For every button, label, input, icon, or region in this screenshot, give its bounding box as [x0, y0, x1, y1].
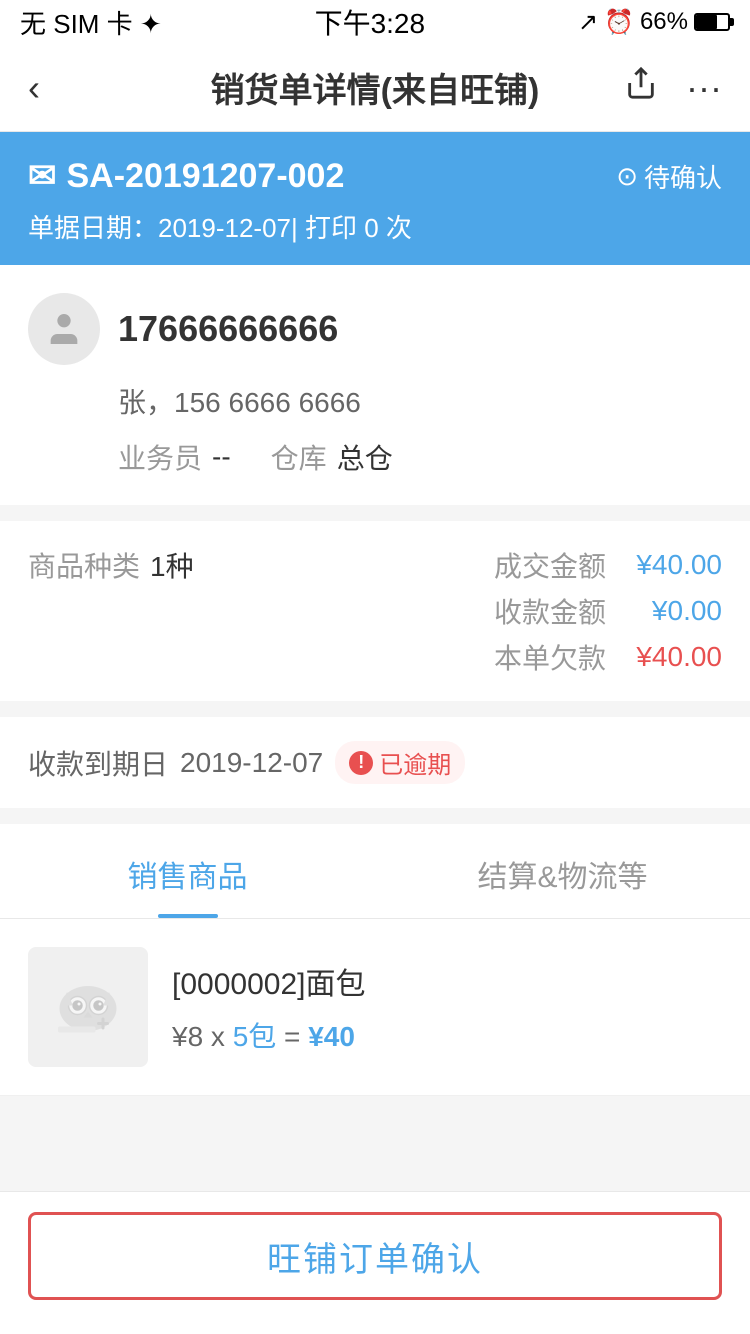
product-list: [0000002]面包 ¥8 x 5包 = ¥40	[0, 919, 750, 1096]
alarm-icon: ⏰	[604, 8, 634, 37]
product-image	[28, 947, 148, 1067]
overdue-warning-icon: !	[349, 751, 373, 775]
tab-sales-products[interactable]: 销售商品	[0, 824, 375, 918]
order-id: ✉ SA-20191207-002	[28, 156, 344, 196]
battery-text: 66%	[640, 8, 688, 36]
due-date-section: 收款到期日 2019-12-07 ! 已逾期	[0, 717, 750, 808]
overdue-text: 已逾期	[379, 745, 451, 780]
location-icon: ↗	[578, 8, 598, 37]
product-info: [0000002]面包 ¥8 x 5包 = ¥40	[172, 959, 722, 1055]
status-bar: 无 SIM 卡 ✦ 下午3:28 ↗ ⏰ 66%	[0, 0, 750, 44]
salesperson-value: --	[212, 441, 231, 473]
due-date-label: 收款到期日	[28, 743, 168, 783]
amounts-right: 成交金额 ¥40.00 收款金额 ¥0.00 本单欠款 ¥40.00	[494, 545, 722, 677]
product-equals: =	[276, 1021, 308, 1052]
tab-settlement-logistics[interactable]: 结算&物流等	[375, 824, 750, 918]
product-qty: 5包	[233, 1021, 277, 1052]
customer-name: 张，156 6666 6666	[28, 381, 722, 421]
received-value: ¥0.00	[622, 595, 722, 627]
deal-amount-value: ¥40.00	[622, 549, 722, 581]
product-price-row: ¥8 x 5包 = ¥40	[172, 1015, 722, 1055]
more-icon[interactable]: ···	[686, 67, 722, 109]
product-kinds: 商品种类 1种	[28, 545, 494, 585]
salesperson-label: 业务员	[118, 437, 202, 477]
warehouse-label: 仓库	[271, 437, 327, 477]
product-kinds-label: 商品种类	[28, 545, 140, 585]
warehouse-value: 总仓	[337, 437, 393, 477]
status-right: ↗ ⏰ 66%	[578, 8, 730, 37]
confirm-order-button[interactable]: 旺铺订单确认	[28, 1212, 722, 1300]
product-kinds-value: 1种	[150, 545, 194, 585]
share-icon[interactable]	[624, 66, 658, 109]
nav-bar: ‹ 销货单详情(来自旺铺) ···	[0, 44, 750, 132]
status-clock-icon: ⊙	[616, 161, 638, 192]
nav-right-actions: ···	[624, 66, 722, 109]
bottom-bar: 旺铺订单确认	[0, 1191, 750, 1334]
customer-section: 17666666666 张，156 6666 6666 业务员 -- 仓库 总仓	[0, 265, 750, 505]
product-item: [0000002]面包 ¥8 x 5包 = ¥40	[0, 919, 750, 1096]
amounts-section: 商品种类 1种 成交金额 ¥40.00 收款金额 ¥0.00 本单欠款 ¥40.…	[0, 521, 750, 701]
battery-icon	[694, 13, 730, 31]
order-meta: 单据日期：2019-12-07| 打印 0 次	[28, 208, 722, 245]
balance-label: 本单欠款	[494, 637, 606, 677]
deal-amount-label: 成交金额	[494, 545, 606, 585]
page-title: 销货单详情(来自旺铺)	[211, 63, 540, 112]
order-id-icon: ✉	[28, 156, 57, 196]
due-date-value: 2019-12-07	[180, 747, 323, 779]
product-price: ¥8 x	[172, 1021, 233, 1052]
customer-details: 业务员 -- 仓库 总仓	[28, 437, 722, 477]
product-name: [0000002]面包	[172, 959, 722, 1003]
customer-phone: 17666666666	[118, 308, 338, 350]
balance-value: ¥40.00	[622, 641, 722, 673]
order-header-card: ✉ SA-20191207-002 ⊙ 待确认 单据日期：2019-12-07|…	[0, 132, 750, 265]
back-button[interactable]: ‹	[28, 70, 40, 106]
avatar	[28, 293, 100, 365]
product-total: ¥40	[308, 1021, 355, 1052]
carrier-text: 无 SIM 卡 ✦	[20, 4, 162, 41]
received-label: 收款金额	[494, 591, 606, 631]
overdue-badge: ! 已逾期	[335, 741, 465, 784]
tabs-section: 销售商品 结算&物流等	[0, 824, 750, 919]
order-status-badge: ⊙ 待确认	[616, 158, 722, 195]
time-text: 下午3:28	[315, 2, 426, 42]
